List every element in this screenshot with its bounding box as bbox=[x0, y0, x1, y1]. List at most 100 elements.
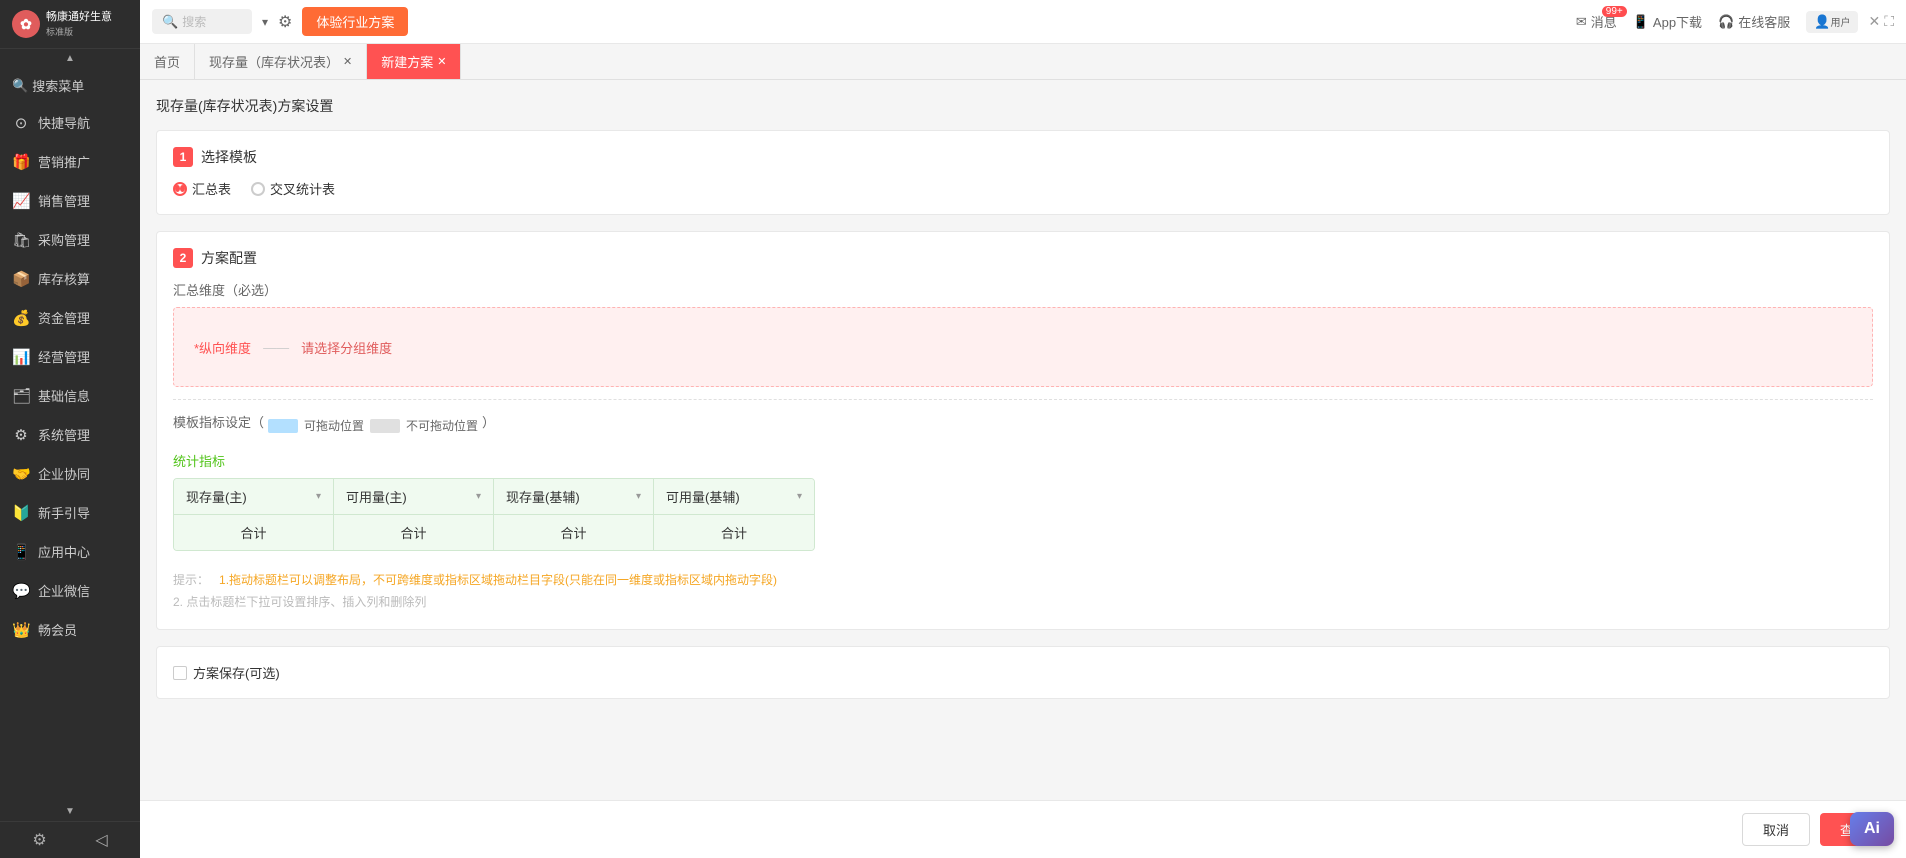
stats-col-body-1: 合计 bbox=[334, 515, 493, 550]
tab-new-scheme-close-icon[interactable]: ✕ bbox=[437, 55, 446, 68]
sidebar-item-sales[interactable]: 📈 销售管理 bbox=[0, 181, 140, 220]
collapse-btn[interactable]: ◁ bbox=[95, 830, 107, 850]
legend-fixed-label: 不可拖动位置 bbox=[406, 417, 478, 434]
sidebar-search[interactable]: 🔍 搜索菜单 bbox=[0, 68, 140, 103]
ai-float-button[interactable]: Ai bbox=[1850, 812, 1894, 846]
sidebar-item-label: 销售管理 bbox=[38, 191, 90, 210]
stats-col-0: 现存量(主) ▾ 合计 bbox=[174, 479, 334, 550]
message-btn[interactable]: ✉ 消息 99+ bbox=[1576, 12, 1617, 31]
wechat-icon: 💬 bbox=[12, 582, 30, 600]
sidebar-item-label: 企业协同 bbox=[38, 464, 90, 483]
marketing-icon: 🎁 bbox=[12, 153, 30, 171]
settings-btn[interactable]: ⚙ bbox=[32, 830, 46, 850]
tab-inventory-status[interactable]: 现存量（库存状况表） ✕ bbox=[195, 44, 367, 79]
radio-summary-circle bbox=[173, 182, 187, 196]
radio-summary[interactable]: 汇总表 bbox=[173, 179, 231, 198]
stats-col-2-chevron: ▾ bbox=[636, 491, 641, 502]
user-btn[interactable]: 👤 用户 bbox=[1806, 11, 1858, 33]
stats-col-body-0: 合计 bbox=[174, 515, 333, 550]
sales-icon: 📈 bbox=[12, 192, 30, 210]
sidebar-item-operations[interactable]: 📊 经营管理 bbox=[0, 337, 140, 376]
sidebar-item-system[interactable]: ⚙ 系统管理 bbox=[0, 415, 140, 454]
sidebar-item-quick-nav[interactable]: ⊙ 快捷导航 bbox=[0, 103, 140, 142]
stats-col-header-1[interactable]: 可用量(主) ▾ bbox=[334, 479, 493, 515]
stats-col-body-3: 合计 bbox=[654, 515, 814, 550]
sidebar-item-label: 基础信息 bbox=[38, 386, 90, 405]
stats-col-header-3[interactable]: 可用量(基辅) ▾ bbox=[654, 479, 814, 515]
tab-new-scheme[interactable]: 新建方案 ✕ bbox=[367, 44, 461, 79]
expand-panel-icon[interactable]: ⛶ bbox=[1884, 13, 1894, 30]
sidebar-item-label: 经营管理 bbox=[38, 347, 90, 366]
sidebar-item-app-center[interactable]: 📱 应用中心 bbox=[0, 532, 140, 571]
topbar-search-box[interactable]: 🔍 搜索 bbox=[152, 9, 252, 34]
system-icon: ⚙ bbox=[12, 426, 30, 444]
topbar: 🔍 搜索 ▾ ⚙ 体验行业方案 ✉ 消息 99+ 📱 App下载 🎧 在线客服 … bbox=[140, 0, 1906, 44]
sidebar-item-label: 企业微信 bbox=[38, 581, 90, 600]
tab-inventory-close-icon[interactable]: ✕ bbox=[343, 55, 352, 68]
sidebar-item-finance[interactable]: 💰 资金管理 bbox=[0, 298, 140, 337]
user-icon: 👤 bbox=[1814, 14, 1830, 30]
step2-badge: 2 bbox=[173, 248, 193, 268]
tab-inventory-label: 现存量（库存状况表） bbox=[209, 52, 339, 71]
stats-col-1-chevron: ▾ bbox=[476, 491, 481, 502]
sidebar-item-label: 快捷导航 bbox=[38, 113, 90, 132]
stats-col-0-chevron: ▾ bbox=[316, 491, 321, 502]
sidebar-item-label: 畅会员 bbox=[38, 620, 77, 639]
newbie-icon: 🔰 bbox=[12, 504, 30, 522]
service-btn[interactable]: 🎧 在线客服 bbox=[1718, 12, 1790, 31]
message-icon: ✉ bbox=[1576, 14, 1587, 30]
tips-item-2: 2. 点击标题栏下拉可设置排序、插入列和删除列 bbox=[173, 592, 1873, 614]
dimension-box[interactable]: *纵向维度 —— 请选择分组维度 bbox=[173, 307, 1873, 387]
stats-table-header: 现存量(主) ▾ 合计 可用量(主) ▾ 合计 bbox=[174, 479, 814, 550]
app-center-icon: 📱 bbox=[12, 543, 30, 561]
sidebar-item-wechat[interactable]: 💬 企业微信 bbox=[0, 571, 140, 610]
topbar-right: ✉ 消息 99+ 📱 App下载 🎧 在线客服 👤 用户 bbox=[1576, 11, 1859, 33]
stats-col-2-label: 现存量(基辅) bbox=[506, 487, 580, 506]
sidebar-item-cooperation[interactable]: 🤝 企业协同 bbox=[0, 454, 140, 493]
trial-btn[interactable]: 体验行业方案 bbox=[302, 7, 408, 36]
stats-col-header-2[interactable]: 现存量(基辅) ▾ bbox=[494, 479, 653, 515]
cooperation-icon: 🤝 bbox=[12, 465, 30, 483]
scroll-down-btn[interactable]: ▼ bbox=[0, 802, 140, 821]
legend-fixed-swatch bbox=[370, 419, 400, 433]
app-download-btn[interactable]: 📱 App下载 bbox=[1633, 12, 1702, 31]
radio-cross-label: 交叉统计表 bbox=[270, 179, 335, 198]
scroll-up-btn[interactable]: ▲ bbox=[0, 49, 140, 68]
topbar-dropdown-btn[interactable]: ▾ bbox=[262, 15, 268, 29]
content-area: 现存量(库存状况表)方案设置 1 选择模板 汇总表 交叉统计表 bbox=[140, 80, 1906, 858]
stats-col-1-label: 可用量(主) bbox=[346, 487, 407, 506]
metrics-label-suffix: ） bbox=[482, 412, 495, 431]
sidebar-item-inventory[interactable]: 📦 库存核算 bbox=[0, 259, 140, 298]
close-panel-icon[interactable]: ✕ bbox=[1868, 13, 1880, 30]
user-name: 用户 bbox=[1830, 14, 1850, 29]
sidebar-search-label: 搜索菜单 bbox=[32, 76, 84, 95]
radio-cross[interactable]: 交叉统计表 bbox=[251, 179, 335, 198]
tips-item-1: 1.拖动标题栏可以调整布局，不可跨维度或指标区域拖动栏目字段(只能在同一维度或指… bbox=[219, 573, 777, 587]
topbar-search-text: 搜索 bbox=[182, 13, 206, 30]
stats-col-header-0[interactable]: 现存量(主) ▾ bbox=[174, 479, 333, 515]
radio-cross-circle bbox=[251, 182, 265, 196]
footer-bar: 取消 查询 bbox=[140, 800, 1906, 858]
tips-title: 提示： 1.拖动标题栏可以调整布局，不可跨维度或指标区域拖动栏目字段(只能在同一… bbox=[173, 570, 1873, 592]
scheme-save-section: 方案保存(可选) bbox=[156, 646, 1890, 699]
scheme-save-checkbox[interactable] bbox=[173, 666, 187, 680]
step1-header: 1 选择模板 bbox=[173, 147, 1873, 167]
sidebar-item-label: 资金管理 bbox=[38, 308, 90, 327]
sidebar-item-basic[interactable]: 🗂 基础信息 bbox=[0, 376, 140, 415]
sidebar-item-vip[interactable]: 👑 畅会员 bbox=[0, 610, 140, 649]
cancel-button[interactable]: 取消 bbox=[1742, 813, 1810, 846]
legend-row: 可拖动位置 不可拖动位置 bbox=[268, 417, 478, 434]
app-logo-icon: ✿ bbox=[12, 10, 40, 38]
sidebar-item-purchase[interactable]: 🛍 采购管理 bbox=[0, 220, 140, 259]
topbar-search-icon: 🔍 bbox=[162, 14, 178, 30]
tab-home[interactable]: 首页 bbox=[140, 44, 195, 79]
sidebar-item-label: 新手引导 bbox=[38, 503, 90, 522]
radio-summary-label: 汇总表 bbox=[192, 179, 231, 198]
stats-col-3: 可用量(基辅) ▾ 合计 bbox=[654, 479, 814, 550]
app-icon: 📱 bbox=[1633, 14, 1649, 30]
legend-draggable-label: 可拖动位置 bbox=[304, 417, 364, 434]
sidebar-item-newbie[interactable]: 🔰 新手引导 bbox=[0, 493, 140, 532]
topbar-gear-icon[interactable]: ⚙ bbox=[278, 12, 292, 32]
sidebar-item-marketing[interactable]: 🎁 营销推广 bbox=[0, 142, 140, 181]
metrics-label: 模板指标设定（ bbox=[173, 412, 264, 431]
